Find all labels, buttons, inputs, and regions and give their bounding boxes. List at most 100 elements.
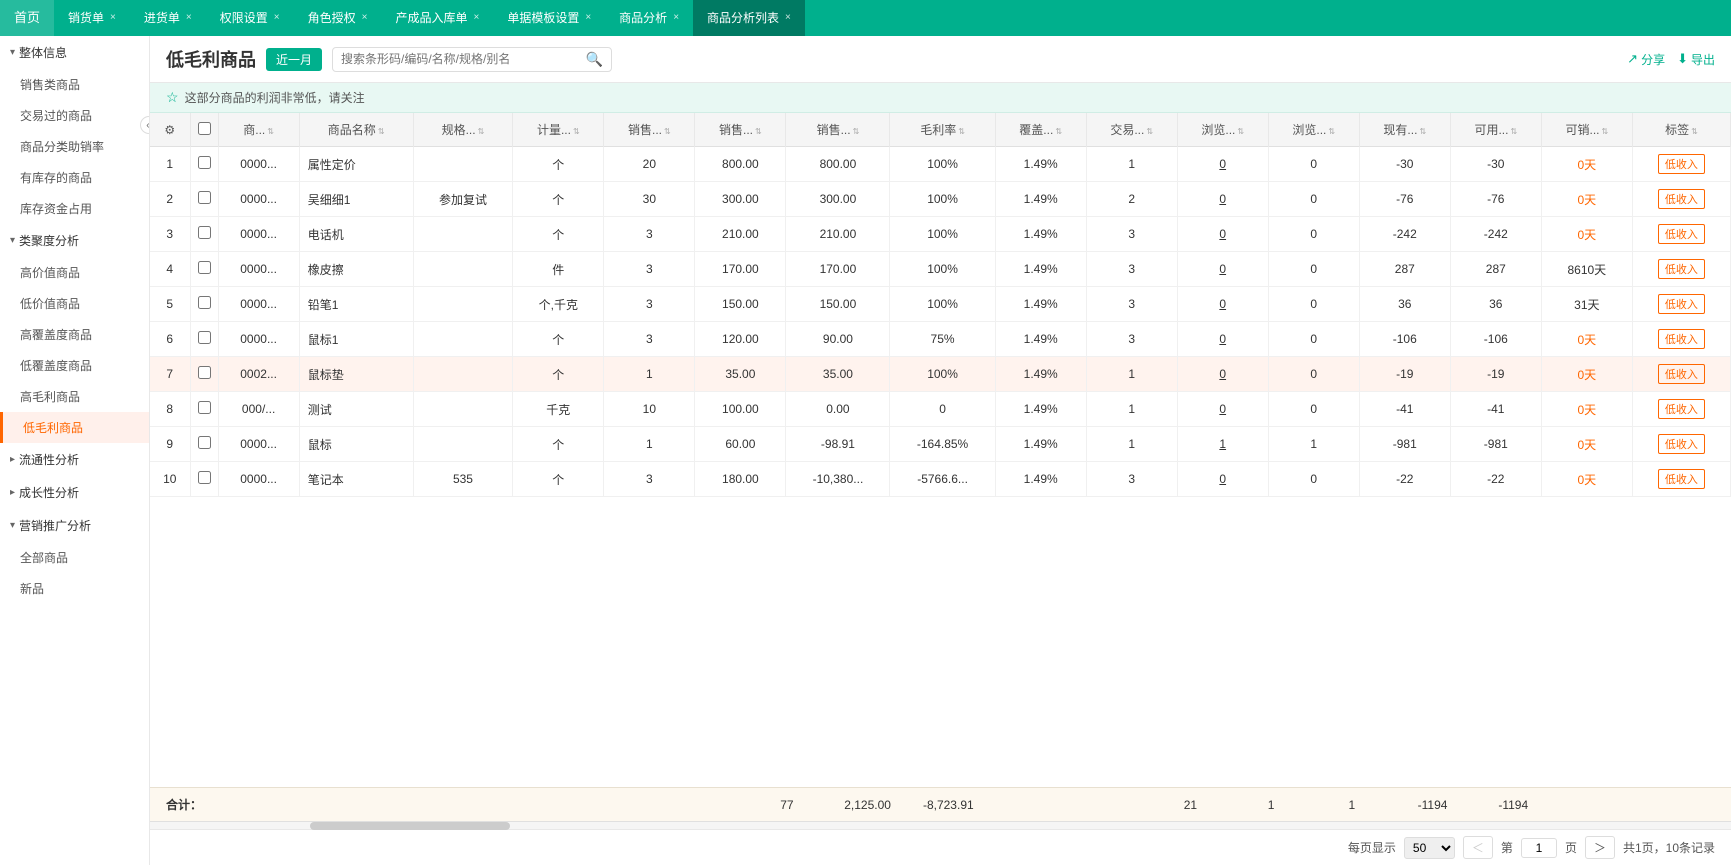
sidebar-item-sales-products[interactable]: 销售类商品 — [0, 69, 149, 100]
col-gross-margin[interactable]: 毛利率⇅ — [890, 113, 995, 147]
sidebar-group-growth[interactable]: ▸ 成长性分析 — [0, 476, 149, 509]
row-available: -981 — [1450, 427, 1541, 462]
per-page-select[interactable]: 50 100 200 — [1404, 837, 1455, 859]
sidebar-item-high-value[interactable]: 高价值商品 — [0, 257, 149, 288]
date-filter-button[interactable]: 近一月 — [266, 48, 322, 71]
sidebar-item-low-value[interactable]: 低价值商品 — [0, 288, 149, 319]
nav-home[interactable]: 首页 — [0, 0, 54, 36]
row-name[interactable]: 属性定价 — [299, 147, 413, 182]
row-checkbox[interactable] — [198, 436, 211, 449]
row-name[interactable]: 鼠标垫 — [299, 357, 413, 392]
nav-product-entry[interactable]: 产成品入库单 × — [381, 0, 493, 36]
nav-purchase[interactable]: 进货单 × — [130, 0, 206, 36]
nav-analysis-list[interactable]: 商品分析列表 × — [693, 0, 805, 36]
search-icon[interactable]: 🔍 — [586, 51, 603, 68]
sidebar-item-low-margin[interactable]: 低毛利商品 — [0, 412, 149, 443]
row-spec — [413, 217, 513, 252]
row-view1[interactable]: 0 — [1177, 322, 1268, 357]
col-coverage[interactable]: 覆盖...⇅ — [995, 113, 1086, 147]
row-name[interactable]: 鼠标1 — [299, 322, 413, 357]
close-icon[interactable]: × — [274, 0, 280, 36]
sidebar-item-capital[interactable]: 库存资金占用 — [0, 193, 149, 224]
row-checkbox[interactable] — [198, 471, 211, 484]
col-view2[interactable]: 浏览...⇅ — [1268, 113, 1359, 147]
row-name[interactable]: 鼠标 — [299, 427, 413, 462]
row-checkbox[interactable] — [198, 261, 211, 274]
close-icon[interactable]: × — [785, 0, 791, 36]
row-spec: 535 — [413, 462, 513, 497]
col-trade[interactable]: 交易...⇅ — [1086, 113, 1177, 147]
col-tag[interactable]: 标签⇅ — [1632, 113, 1730, 147]
row-view1[interactable]: 0 — [1177, 357, 1268, 392]
col-settings[interactable]: ⚙ — [150, 113, 190, 147]
row-name[interactable]: 橡皮擦 — [299, 252, 413, 287]
sidebar-item-category-rate[interactable]: 商品分类助销率 — [0, 131, 149, 162]
sidebar-group-overall[interactable]: ▾ 整体信息 — [0, 36, 149, 69]
horizontal-scrollbar[interactable] — [150, 821, 1731, 829]
row-checkbox[interactable] — [198, 401, 211, 414]
row-name[interactable]: 铅笔1 — [299, 287, 413, 322]
row-view1[interactable]: 0 — [1177, 217, 1268, 252]
close-icon[interactable]: × — [186, 0, 192, 36]
search-input[interactable] — [341, 52, 586, 66]
prev-page-button[interactable]: ＜ — [1463, 836, 1493, 859]
select-all-checkbox[interactable] — [198, 122, 211, 135]
col-unit[interactable]: 计量...⇅ — [513, 113, 604, 147]
row-view1[interactable]: 0 — [1177, 287, 1268, 322]
row-checkbox[interactable] — [198, 331, 211, 344]
nav-role-auth[interactable]: 角色授权 × — [294, 0, 382, 36]
share-button[interactable]: ↗ 分享 — [1627, 51, 1665, 68]
scrollbar-thumb[interactable] — [310, 822, 510, 830]
sidebar-item-high-coverage[interactable]: 高覆盖度商品 — [0, 319, 149, 350]
sidebar-item-new-products[interactable]: 新品 — [0, 573, 149, 604]
close-icon[interactable]: × — [673, 0, 679, 36]
row-view1[interactable]: 0 — [1177, 462, 1268, 497]
sidebar-item-traded-products[interactable]: 交易过的商品 — [0, 100, 149, 131]
page-number-input[interactable] — [1521, 838, 1557, 858]
row-view1[interactable]: 0 — [1177, 182, 1268, 217]
row-view1[interactable]: 1 — [1177, 427, 1268, 462]
nav-product-analysis[interactable]: 商品分析 × — [605, 0, 693, 36]
row-name[interactable]: 电话机 — [299, 217, 413, 252]
row-checkbox[interactable] — [198, 296, 211, 309]
row-checkbox[interactable] — [198, 191, 211, 204]
col-sale-amount[interactable]: 销售...⇅ — [786, 113, 890, 147]
col-view1[interactable]: 浏览...⇅ — [1177, 113, 1268, 147]
next-page-button[interactable]: ＞ — [1585, 836, 1615, 859]
row-view1[interactable]: 0 — [1177, 252, 1268, 287]
page-label: 第 — [1501, 839, 1513, 856]
sidebar-group-marketing[interactable]: ▾ 营销推广分析 — [0, 509, 149, 542]
row-name[interactable]: 吴细细1 — [299, 182, 413, 217]
export-button[interactable]: ⬇ 导出 — [1677, 51, 1715, 68]
col-name[interactable]: 商品名称⇅ — [299, 113, 413, 147]
col-sale-price[interactable]: 销售...⇅ — [695, 113, 786, 147]
col-code[interactable]: 商...⇅ — [218, 113, 299, 147]
sidebar-item-all-products[interactable]: 全部商品 — [0, 542, 149, 573]
row-view1[interactable]: 0 — [1177, 392, 1268, 427]
nav-sales[interactable]: 销货单 × — [54, 0, 130, 36]
nav-permissions[interactable]: 权限设置 × — [206, 0, 294, 36]
row-available: -41 — [1450, 392, 1541, 427]
col-spec[interactable]: 规格...⇅ — [413, 113, 513, 147]
row-checkbox[interactable] — [198, 366, 211, 379]
close-icon[interactable]: × — [362, 0, 368, 36]
row-checkbox[interactable] — [198, 226, 211, 239]
sidebar-item-high-margin[interactable]: 高毛利商品 — [0, 381, 149, 412]
nav-template-settings[interactable]: 单据模板设置 × — [493, 0, 605, 36]
close-icon[interactable]: × — [473, 0, 479, 36]
col-current-stock[interactable]: 现有...⇅ — [1359, 113, 1450, 147]
col-available[interactable]: 可用...⇅ — [1450, 113, 1541, 147]
sidebar-group-flow[interactable]: ▸ 流通性分析 — [0, 443, 149, 476]
col-sale-qty[interactable]: 销售...⇅ — [604, 113, 695, 147]
sidebar-item-low-coverage[interactable]: 低覆盖度商品 — [0, 350, 149, 381]
col-sellable[interactable]: 可销...⇅ — [1541, 113, 1632, 147]
sidebar-group-cluster[interactable]: ▾ 类聚度分析 — [0, 224, 149, 257]
sidebar-item-stock-products[interactable]: 有库存的商品 — [0, 162, 149, 193]
close-icon[interactable]: × — [110, 0, 116, 36]
row-checkbox[interactable] — [198, 156, 211, 169]
row-name[interactable]: 笔记本 — [299, 462, 413, 497]
row-num: 7 — [150, 357, 190, 392]
close-icon[interactable]: × — [585, 0, 591, 36]
row-view1[interactable]: 0 — [1177, 147, 1268, 182]
row-name[interactable]: 测试 — [299, 392, 413, 427]
